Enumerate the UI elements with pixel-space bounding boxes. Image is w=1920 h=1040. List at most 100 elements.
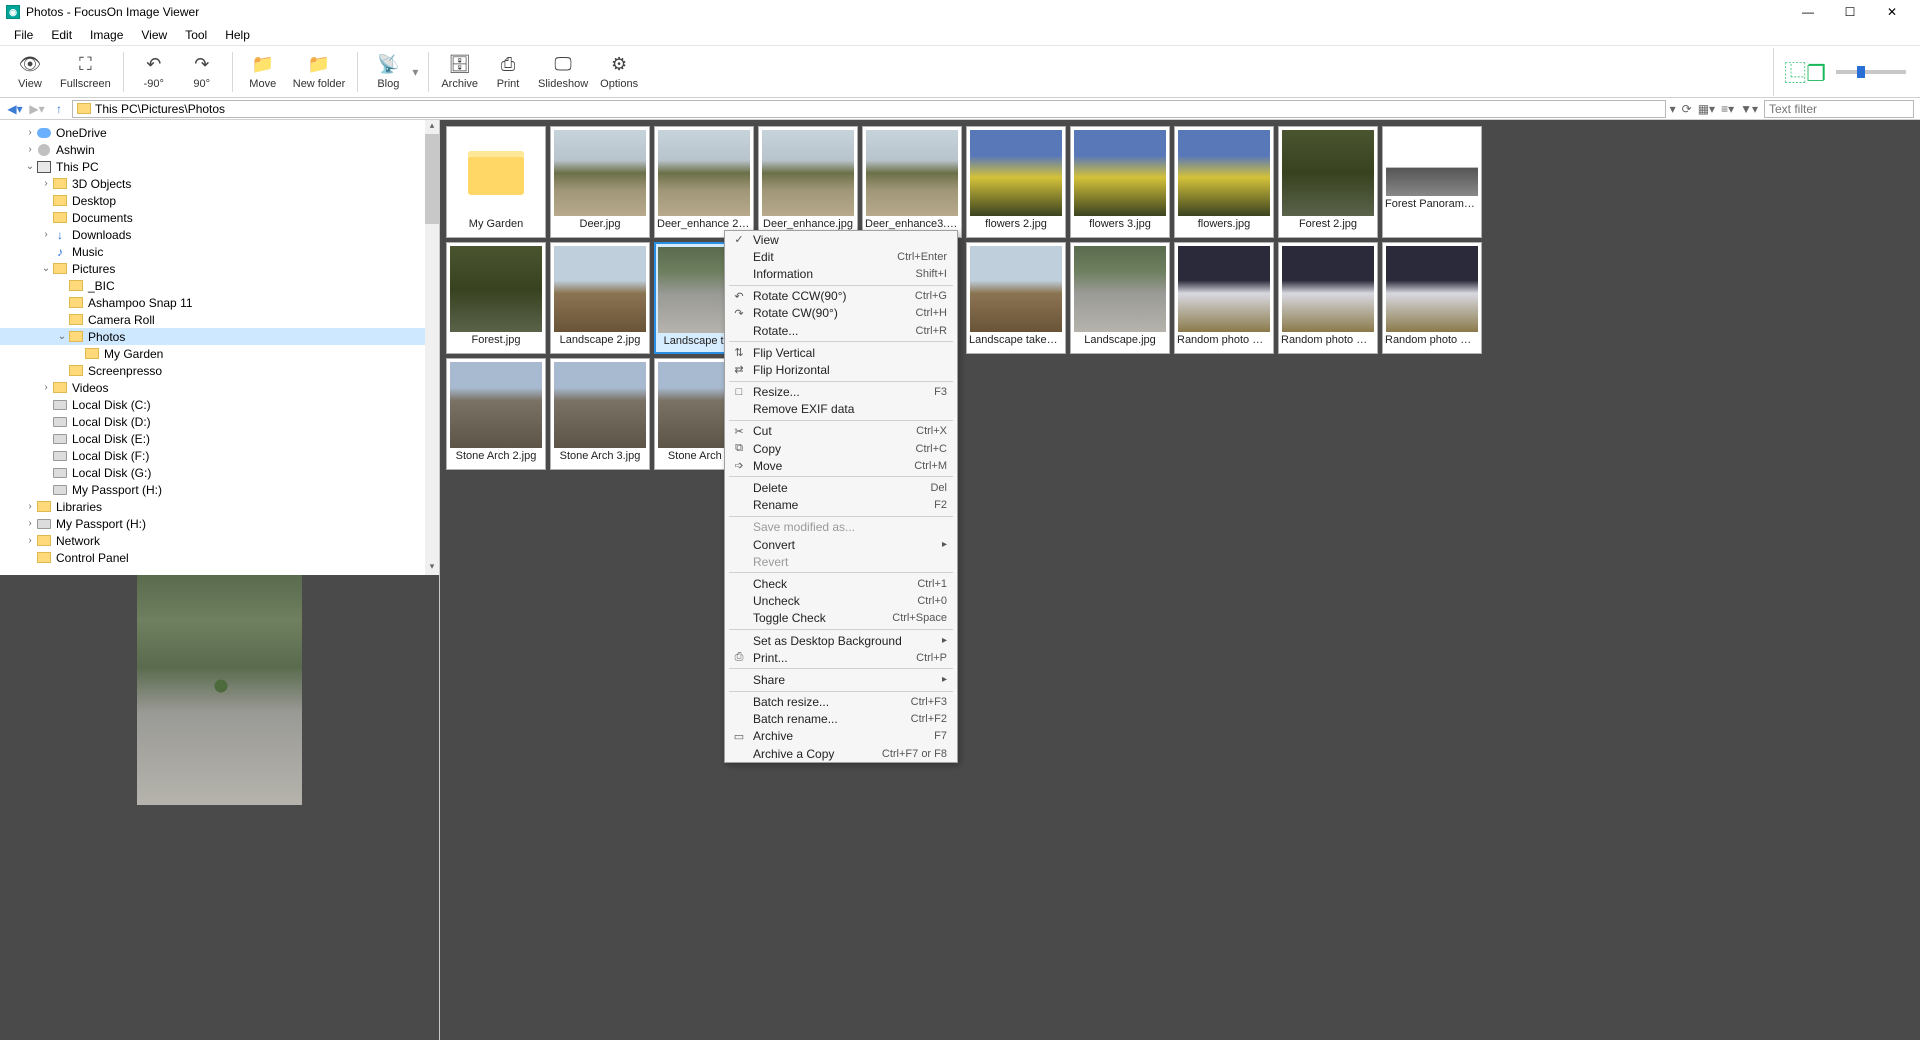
- expand-icon[interactable]: ›: [24, 501, 36, 512]
- thumbnail-size-slider[interactable]: [1836, 70, 1906, 74]
- tree-node[interactable]: ⌄Photos: [0, 328, 439, 345]
- tree-node[interactable]: Local Disk (C:): [0, 396, 439, 413]
- thumbnail[interactable]: Random photo wit...: [1174, 242, 1274, 354]
- tree-node[interactable]: Local Disk (E:): [0, 430, 439, 447]
- tree-node[interactable]: ›↓Downloads: [0, 226, 439, 243]
- thumbnail[interactable]: flowers.jpg: [1174, 126, 1274, 238]
- path-field[interactable]: This PC\Pictures\Photos: [72, 100, 1666, 118]
- thumbnail[interactable]: Deer_enhance.jpg: [758, 126, 858, 238]
- thumbnail[interactable]: Stone Arch 2.jpg: [446, 358, 546, 470]
- tree-node[interactable]: ⌄This PC: [0, 158, 439, 175]
- path-dropdown-icon[interactable]: ▾: [1670, 102, 1676, 116]
- context-menu-item[interactable]: □Resize...F3: [725, 384, 957, 401]
- context-menu-item[interactable]: ⎙Print...Ctrl+P: [725, 649, 957, 666]
- context-menu-item[interactable]: Archive a CopyCtrl+F7 or F8: [725, 745, 957, 762]
- thumbnail[interactable]: flowers 3.jpg: [1070, 126, 1170, 238]
- archive-button[interactable]: 🗄Archive: [435, 48, 484, 96]
- sort-icon[interactable]: ≡▾: [1721, 102, 1734, 116]
- close-button[interactable]: ✕: [1878, 5, 1906, 19]
- refresh-icon[interactable]: ⟳: [1682, 102, 1692, 116]
- expand-icon[interactable]: ›: [24, 518, 36, 529]
- thumbnail-preset-icon[interactable]: ⿺❐: [1784, 56, 1826, 88]
- context-menu-item[interactable]: ✂CutCtrl+X: [725, 423, 957, 440]
- nav-up-button[interactable]: ↑: [50, 100, 68, 118]
- context-menu-item[interactable]: Set as Desktop Background▸: [725, 632, 957, 649]
- newfolder-button[interactable]: 📁New folder: [287, 48, 352, 96]
- menu-help[interactable]: Help: [217, 26, 258, 44]
- thumbnail-grid[interactable]: My GardenDeer.jpgDeer_enhance 2.jpgDeer_…: [440, 120, 1920, 1040]
- scrollbar-thumb[interactable]: [425, 134, 439, 224]
- tree-node[interactable]: Camera Roll: [0, 311, 439, 328]
- tree-node[interactable]: ›Videos: [0, 379, 439, 396]
- rotate-cw-button[interactable]: ↷90°: [178, 48, 226, 96]
- nav-back-button[interactable]: ◀▾: [6, 100, 24, 118]
- context-menu-item[interactable]: Share▸: [725, 671, 957, 688]
- expand-icon[interactable]: ›: [24, 127, 36, 138]
- thumbnail[interactable]: Deer_enhance 2.jpg: [654, 126, 754, 238]
- tree-node[interactable]: Local Disk (G:): [0, 464, 439, 481]
- text-filter-input[interactable]: [1764, 100, 1914, 118]
- context-menu-item[interactable]: Convert▸: [725, 536, 957, 553]
- context-menu-item[interactable]: RenameF2: [725, 497, 957, 514]
- thumbnail[interactable]: Forest 2.jpg: [1278, 126, 1378, 238]
- nav-forward-button[interactable]: ▶▾: [28, 100, 46, 118]
- view-button[interactable]: 👁View: [6, 48, 54, 96]
- tree-node[interactable]: Control Panel: [0, 549, 439, 566]
- tree-node[interactable]: Ashampoo Snap 11: [0, 294, 439, 311]
- context-menu-item[interactable]: ↷Rotate CW(90°)Ctrl+H: [725, 305, 957, 322]
- context-menu-item[interactable]: InformationShift+I: [725, 265, 957, 282]
- tree-node[interactable]: Local Disk (F:): [0, 447, 439, 464]
- expand-icon[interactable]: ›: [40, 229, 52, 240]
- move-button[interactable]: 📁Move: [239, 48, 287, 96]
- context-menu-item[interactable]: UncheckCtrl+0: [725, 593, 957, 610]
- rotate-ccw-button[interactable]: ↶-90°: [130, 48, 178, 96]
- tree-node[interactable]: ›My Passport (H:): [0, 515, 439, 532]
- tree-node[interactable]: ⌄Pictures: [0, 260, 439, 277]
- menu-edit[interactable]: Edit: [43, 26, 80, 44]
- context-menu-item[interactable]: DeleteDel: [725, 479, 957, 496]
- slider-knob[interactable]: [1857, 66, 1865, 78]
- maximize-button[interactable]: ☐: [1836, 5, 1864, 19]
- tree-node[interactable]: Desktop: [0, 192, 439, 209]
- context-menu-item[interactable]: ⇄Flip Horizontal: [725, 361, 957, 378]
- context-menu-item[interactable]: Remove EXIF data: [725, 401, 957, 418]
- context-menu-item[interactable]: ✓View: [725, 231, 957, 248]
- tree-node[interactable]: ›Libraries: [0, 498, 439, 515]
- context-menu-item[interactable]: CheckCtrl+1: [725, 575, 957, 592]
- tree-node[interactable]: ›Ashwin: [0, 141, 439, 158]
- thumbnail[interactable]: flowers 2.jpg: [966, 126, 1066, 238]
- tree-node[interactable]: ›Network: [0, 532, 439, 549]
- tree-node[interactable]: Documents: [0, 209, 439, 226]
- thumbnail[interactable]: Random photo wit...: [1382, 242, 1482, 354]
- context-menu-item[interactable]: Toggle CheckCtrl+Space: [725, 610, 957, 627]
- expand-icon[interactable]: ⌄: [40, 263, 52, 274]
- menu-view[interactable]: View: [133, 26, 175, 44]
- tree-node[interactable]: My Passport (H:): [0, 481, 439, 498]
- context-menu-item[interactable]: Batch rename...Ctrl+F2: [725, 711, 957, 728]
- context-menu-item[interactable]: ▭ArchiveF7: [725, 728, 957, 745]
- thumbnail[interactable]: My Garden: [446, 126, 546, 238]
- thumbnail[interactable]: Landscape 2.jpg: [550, 242, 650, 354]
- expand-icon[interactable]: ⌄: [24, 161, 36, 172]
- expand-icon[interactable]: ›: [24, 144, 36, 155]
- folder-tree[interactable]: ›OneDrive›Ashwin⌄This PC›3D ObjectsDeskt…: [0, 120, 439, 575]
- thumbnail[interactable]: Forest Panorama.jpg: [1382, 126, 1482, 238]
- tree-node[interactable]: Screenpresso: [0, 362, 439, 379]
- tree-node[interactable]: Local Disk (D:): [0, 413, 439, 430]
- scroll-up-button[interactable]: ▴: [425, 120, 439, 134]
- filter-icon[interactable]: ▼▾: [1740, 102, 1758, 116]
- context-menu-item[interactable]: EditCtrl+Enter: [725, 248, 957, 265]
- minimize-button[interactable]: —: [1794, 5, 1822, 19]
- expand-icon[interactable]: ›: [40, 382, 52, 393]
- thumbnail[interactable]: Random photo wit...: [1278, 242, 1378, 354]
- fullscreen-button[interactable]: ⛶Fullscreen: [54, 48, 117, 96]
- context-menu-item[interactable]: Rotate...Ctrl+R: [725, 322, 957, 339]
- dropdown-chevron-icon[interactable]: ▾: [412, 65, 422, 79]
- thumbnail[interactable]: Forest.jpg: [446, 242, 546, 354]
- menu-image[interactable]: Image: [82, 26, 131, 44]
- context-menu-item[interactable]: ⇅Flip Vertical: [725, 344, 957, 361]
- slideshow-button[interactable]: 🖵Slideshow: [532, 48, 594, 96]
- context-menu-item[interactable]: Batch resize...Ctrl+F3: [725, 694, 957, 711]
- tree-node[interactable]: ›3D Objects: [0, 175, 439, 192]
- context-menu-item[interactable]: ↶Rotate CCW(90°)Ctrl+G: [725, 288, 957, 305]
